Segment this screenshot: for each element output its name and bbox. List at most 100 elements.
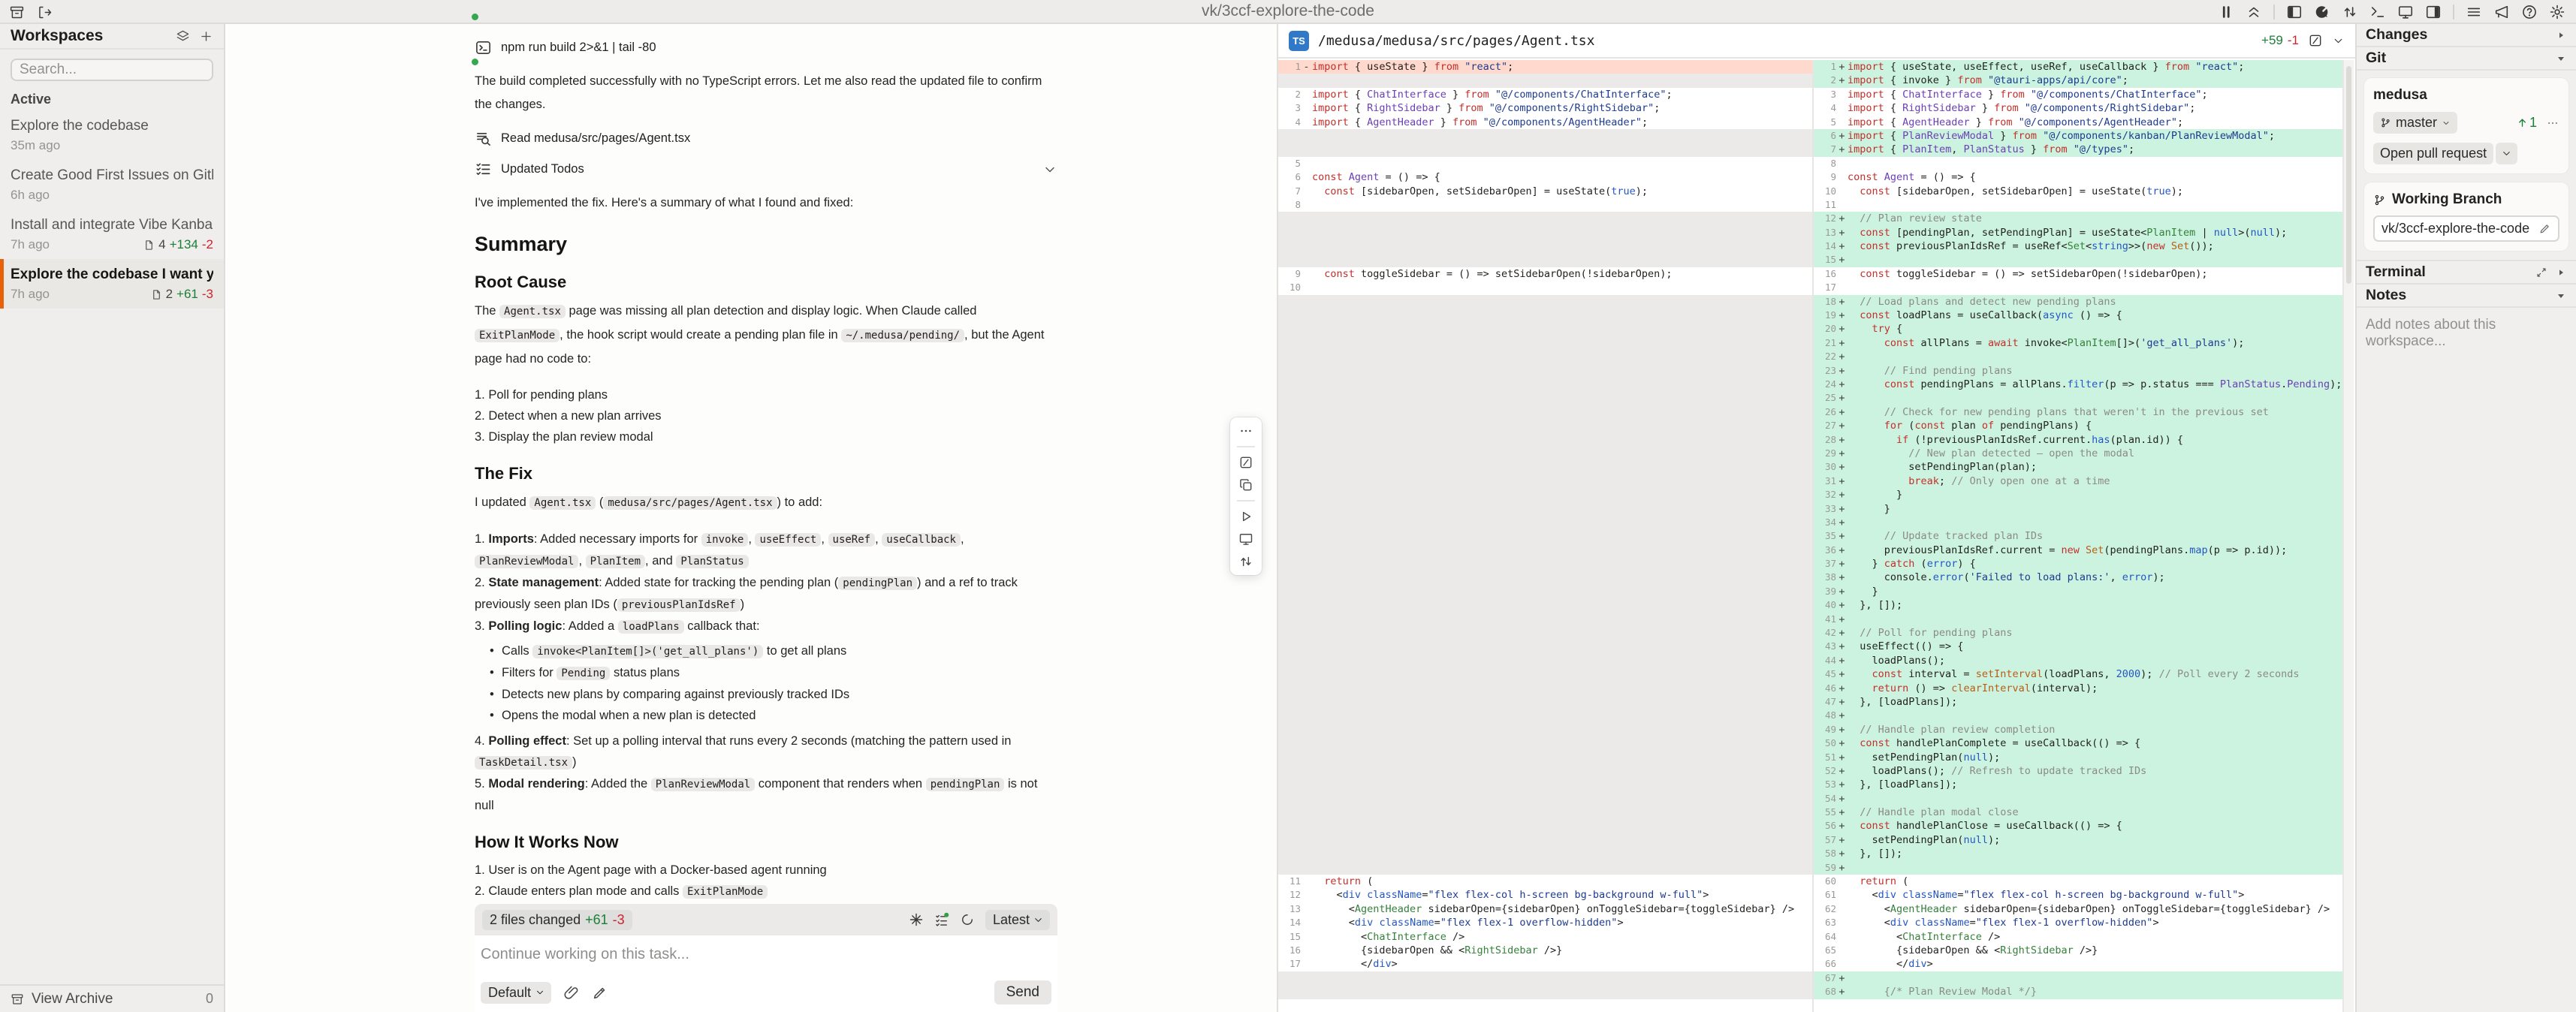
diff-deletions: -1 bbox=[2288, 33, 2299, 48]
new-workspace-button[interactable] bbox=[199, 29, 213, 44]
help-icon[interactable] bbox=[2521, 4, 2538, 20]
workspaces-header: Workspaces bbox=[0, 24, 224, 50]
terminal-section-header[interactable]: Terminal bbox=[2357, 261, 2576, 285]
inline-code: PlanItem bbox=[586, 555, 645, 568]
text: callback that: bbox=[684, 619, 760, 633]
diff-line bbox=[1278, 557, 1812, 571]
monitor-icon[interactable] bbox=[2397, 4, 2414, 20]
diff-line: 9const Agent = () => { bbox=[1814, 170, 2342, 184]
floating-toolbar[interactable] bbox=[1230, 417, 1262, 575]
text: page was missing all plan detection and … bbox=[566, 304, 977, 318]
attach-file-button[interactable] bbox=[563, 984, 580, 1001]
diff-line: 40+ }, []); bbox=[1814, 598, 2342, 612]
inline-code: PlanStatus bbox=[676, 555, 748, 568]
scrollbar-thumb[interactable] bbox=[2346, 66, 2351, 284]
workspace-item[interactable]: Explore the codebase I want you to exp7h… bbox=[0, 259, 224, 309]
dots-handle-icon[interactable] bbox=[1238, 423, 1253, 438]
open-pr-button[interactable]: Open pull request bbox=[2373, 143, 2493, 164]
diff-line bbox=[1278, 460, 1812, 474]
copy-icon[interactable] bbox=[1238, 477, 1253, 492]
diff-line: 8 bbox=[1814, 157, 2342, 170]
changes-section-header[interactable]: Changes bbox=[2357, 24, 2576, 47]
monitor-icon[interactable] bbox=[1238, 532, 1253, 547]
menu-icon[interactable] bbox=[2466, 4, 2482, 20]
settings-icon[interactable] bbox=[2549, 4, 2565, 20]
git-compare-icon[interactable] bbox=[1238, 554, 1253, 569]
layers-icon[interactable] bbox=[176, 29, 190, 44]
file-icon bbox=[143, 239, 155, 251]
working-branch-input[interactable]: vk/3ccf-explore-the-code bbox=[2373, 215, 2559, 242]
tool-call-row[interactable]: npm run build 2>&1 | tail -80 bbox=[475, 39, 1057, 56]
diff-line: 25+ bbox=[1814, 391, 2342, 405]
diff-editor[interactable]: 1-import { useState } from "react";2impo… bbox=[1278, 60, 2355, 1012]
more-options-button[interactable] bbox=[2546, 116, 2559, 130]
inline-code: TaskDetail.tsx bbox=[475, 756, 572, 770]
notes-input[interactable]: Add notes about this workspace... bbox=[2357, 308, 2576, 359]
files-changed-badge[interactable]: 2 files changed +61 -3 bbox=[482, 910, 632, 930]
changes-label: Changes bbox=[2366, 26, 2427, 44]
branch-dropdown[interactable]: master bbox=[2373, 112, 2457, 134]
spark-icon[interactable] bbox=[909, 912, 924, 927]
chevron-down-icon[interactable] bbox=[1042, 162, 1057, 177]
git-compare-icon[interactable] bbox=[2342, 4, 2358, 20]
diff-line: 46+ return () => clearInterval(interval)… bbox=[1814, 682, 2342, 695]
diff-line bbox=[1278, 695, 1812, 709]
list-item: 1. User is on the Agent page with a Dock… bbox=[475, 860, 1057, 881]
edit-branch-icon[interactable] bbox=[2538, 222, 2551, 235]
workspace-item[interactable]: Explore the codebase35m ago bbox=[0, 110, 224, 160]
latest-dropdown[interactable]: Latest bbox=[985, 910, 1050, 930]
panel-right-icon[interactable] bbox=[2425, 4, 2442, 20]
pause-icon[interactable] bbox=[2218, 4, 2234, 20]
collapse-diff-button[interactable] bbox=[2332, 35, 2345, 47]
workspaces-sidebar: Workspaces Active Explore the codebase35… bbox=[0, 24, 225, 1012]
diff-line: 4import { AgentHeader } from "@/componen… bbox=[1278, 116, 1812, 129]
diff-scrollbar[interactable] bbox=[2342, 60, 2354, 1012]
send-button[interactable]: Send bbox=[994, 980, 1051, 1004]
message-input[interactable]: Continue working on this task... bbox=[481, 946, 1051, 971]
megaphone-icon[interactable] bbox=[2493, 4, 2510, 20]
expand-icon[interactable] bbox=[2535, 267, 2547, 279]
repo-name: medusa bbox=[2373, 87, 2559, 104]
terminal-box-icon bbox=[475, 39, 492, 56]
text: Calls bbox=[502, 644, 532, 658]
spinner-arc-icon[interactable] bbox=[960, 912, 975, 927]
triangle-down-icon bbox=[2555, 290, 2567, 302]
diff-slash-icon[interactable] bbox=[1238, 455, 1253, 470]
diff-line bbox=[1278, 516, 1812, 529]
diff-line: 7+import { PlanItem, PlanStatus } from "… bbox=[1814, 143, 2342, 156]
play-icon[interactable] bbox=[1238, 509, 1253, 524]
diff-line bbox=[1278, 806, 1812, 819]
highlighter-button[interactable] bbox=[592, 984, 608, 1001]
diff-line: 10 bbox=[1278, 281, 1812, 294]
tool-call-row[interactable]: Read medusa/src/pages/Agent.tsx bbox=[475, 130, 1057, 147]
diff-line: 10 const [sidebarOpen, setSidebarOpen] =… bbox=[1814, 185, 2342, 198]
tool-call-row[interactable]: Updated Todos bbox=[475, 161, 1057, 178]
terminal-icon[interactable] bbox=[2369, 4, 2386, 20]
todos-dot-icon[interactable] bbox=[934, 912, 949, 927]
search-input[interactable] bbox=[11, 59, 213, 81]
diff-line: 11 return ( bbox=[1278, 875, 1812, 888]
git-section-header[interactable]: Git bbox=[2357, 47, 2576, 71]
chat-bubble-icon[interactable] bbox=[2314, 4, 2330, 20]
diff-line bbox=[1278, 723, 1812, 736]
collapse-up-icon[interactable] bbox=[2246, 4, 2262, 20]
view-archive-button[interactable]: View Archive 0 bbox=[0, 984, 224, 1012]
split-diff-toggle[interactable] bbox=[2308, 33, 2323, 48]
notes-section-header[interactable]: Notes bbox=[2357, 285, 2576, 308]
diff-line: 54+ bbox=[1814, 792, 2342, 806]
diff-line bbox=[1278, 571, 1812, 584]
workspace-item[interactable]: Create Good First Issues on Github So p6… bbox=[0, 160, 224, 209]
workspace-item[interactable]: Install and integrate Vibe Kanban Web7h … bbox=[0, 209, 224, 259]
inline-code: PlanReviewModal bbox=[651, 778, 755, 791]
panel-left-icon[interactable] bbox=[2286, 4, 2303, 20]
diff-line bbox=[1278, 861, 1812, 875]
diff-line: 12+ // Plan review state bbox=[1814, 212, 2342, 225]
diff-line bbox=[1278, 322, 1812, 336]
list-item: 2. Detect when a new plan arrives bbox=[475, 405, 1057, 426]
window-title: vk/3ccf-explore-the-code bbox=[0, 2, 2576, 20]
latest-label: Latest bbox=[993, 912, 1030, 928]
pr-options-caret[interactable] bbox=[2496, 143, 2517, 164]
mode-dropdown[interactable]: Default bbox=[481, 982, 551, 1004]
diff-line: 50+ const handlePlanComplete = useCallba… bbox=[1814, 736, 2342, 750]
diff-line: 49+ // Handle plan review completion bbox=[1814, 723, 2342, 736]
